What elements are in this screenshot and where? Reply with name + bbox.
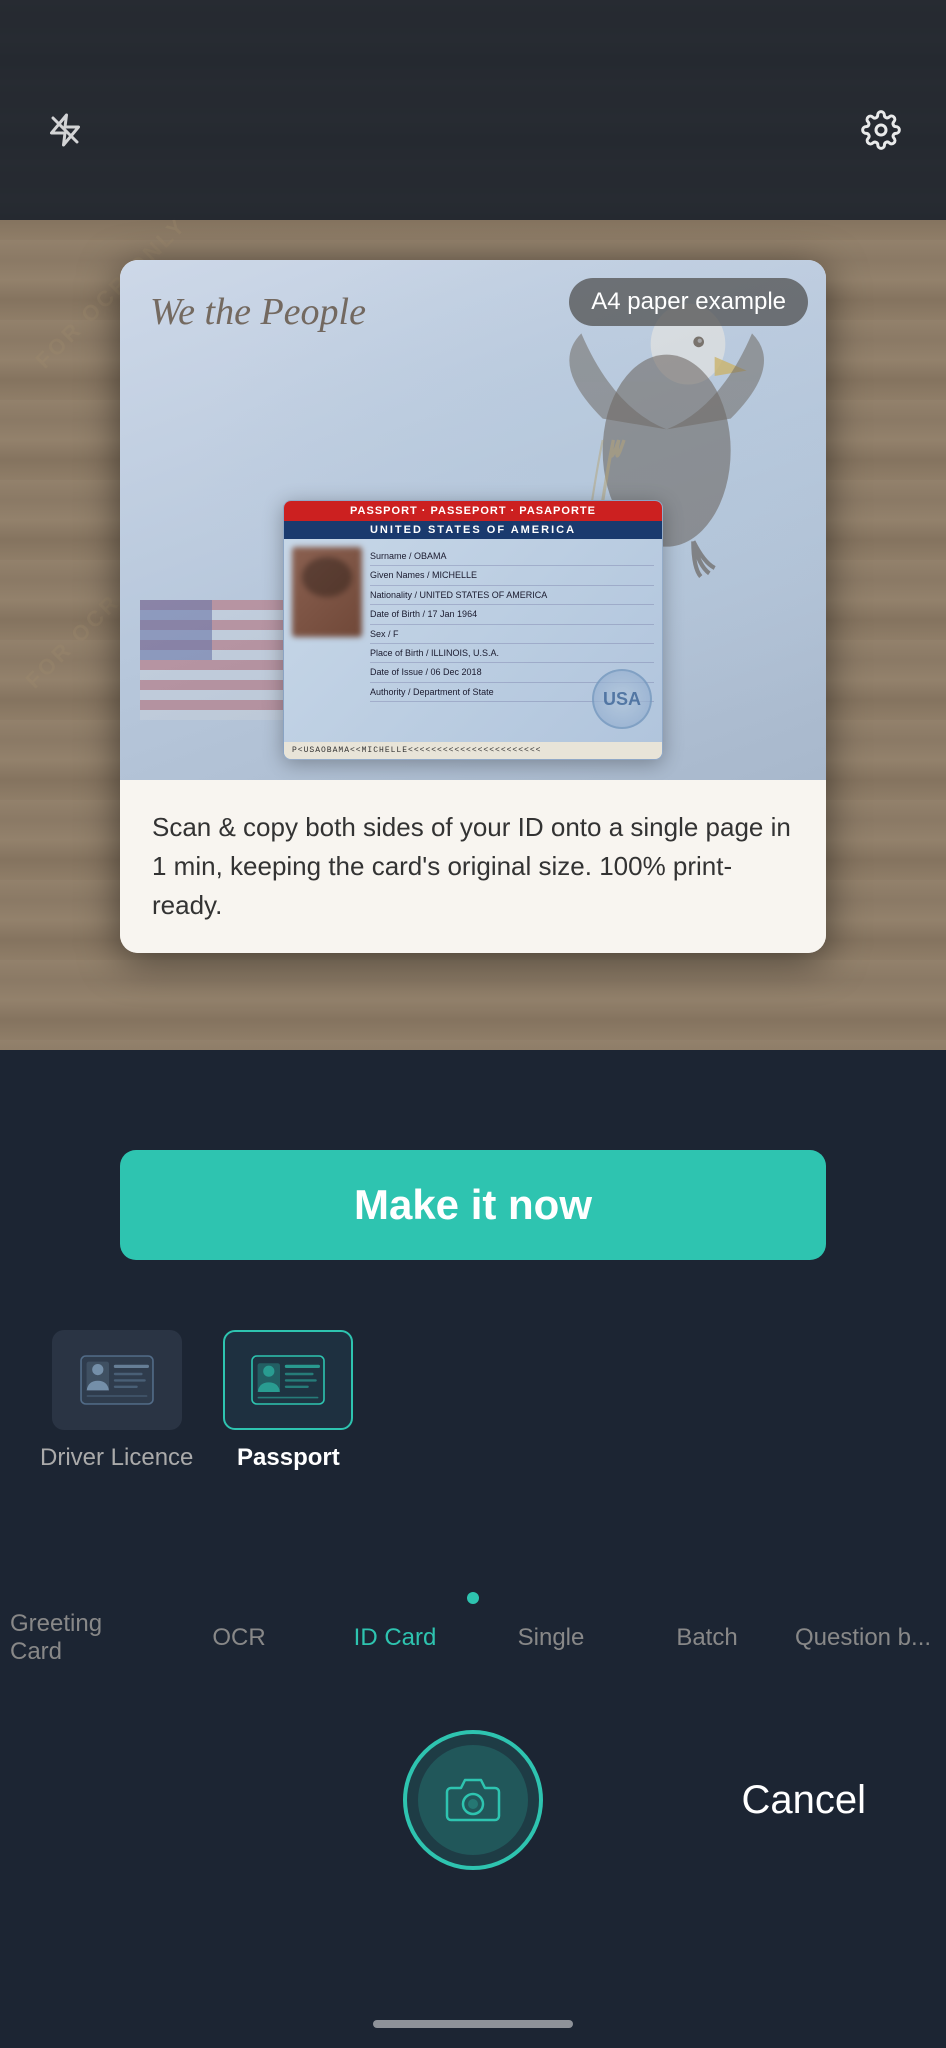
make-it-now-label: Make it now (354, 1181, 592, 1229)
passport-mrz: P<USAOBAMA<<MICHELLE<<<<<<<<<<<<<<<<<<<<… (284, 742, 662, 759)
tab-indicator-row (0, 1582, 946, 1612)
tab-id-card-label: ID Card (354, 1624, 437, 1652)
camera-shutter-inner (418, 1745, 528, 1855)
a4-label: A4 paper example (569, 278, 808, 326)
camera-shutter-button[interactable] (403, 1730, 543, 1870)
passport-surname: Surname / OBAMA (370, 547, 654, 566)
doc-type-driver-licence[interactable]: Driver Licence (40, 1330, 193, 1472)
tab-batch[interactable]: Batch (634, 1624, 780, 1652)
passport-given-names: Given Names / MICHELLE (370, 566, 654, 585)
passport-card-body: Surname / OBAMA Given Names / MICHELLE N… (284, 539, 662, 710)
tab-greeting-card-label: Greeting Card (10, 1610, 156, 1666)
camera-controls: Cancel (0, 1700, 946, 1900)
passport-icon-box (223, 1330, 353, 1430)
doc-type-passport[interactable]: Passport (223, 1330, 353, 1472)
preview-card: A4 paper example We the People (120, 260, 826, 953)
passport-icon (248, 1345, 328, 1415)
passport-photo (292, 547, 362, 637)
passport-image-area: We the People (120, 260, 826, 780)
preview-card-desc-text: Scan & copy both sides of your ID onto a… (152, 808, 794, 925)
preview-card-description: Scan & copy both sides of your ID onto a… (120, 780, 826, 953)
flash-button[interactable] (40, 105, 90, 155)
doc-type-selector: Driver Licence Passport (0, 1300, 946, 1492)
wtp-text: We the People (150, 290, 366, 334)
passport-nationality: Nationality / UNITED STATES OF AMERICA (370, 586, 654, 605)
tab-id-card[interactable]: ID Card (322, 1624, 468, 1652)
passport-place-of-birth: Place of Birth / ILLINOIS, U.S.A. (370, 644, 654, 663)
camera-controls-spacer-right: Cancel (543, 1778, 866, 1823)
active-tab-dot (467, 1592, 479, 1604)
tab-single-label: Single (518, 1624, 585, 1652)
home-indicator (373, 2020, 573, 2028)
passport-card: PASSPORT · PASSEPORT · PASAPORTE UNITED … (283, 500, 663, 760)
passport-sex: Sex / F (370, 625, 654, 644)
tab-batch-label: Batch (676, 1624, 737, 1652)
tab-ocr-label: OCR (212, 1624, 265, 1652)
settings-button[interactable] (856, 105, 906, 155)
passport-card-type: PASSPORT · PASSEPORT · PASAPORTE (284, 501, 662, 521)
tab-question-bank-label: Question b... (795, 1624, 931, 1652)
tab-greeting-card[interactable]: Greeting Card (10, 1610, 156, 1666)
passport-label: Passport (237, 1444, 340, 1472)
tab-single[interactable]: Single (478, 1624, 624, 1652)
driver-licence-label: Driver Licence (40, 1444, 193, 1472)
cancel-button[interactable]: Cancel (741, 1778, 866, 1823)
make-it-now-button[interactable]: Make it now (120, 1150, 826, 1260)
tab-question-bank[interactable]: Question b... (790, 1624, 936, 1652)
preview-card-header: A4 paper example We the People (120, 260, 826, 780)
driver-licence-icon-box (52, 1330, 182, 1430)
bottom-fill (0, 1950, 946, 2048)
camera-icon (443, 1770, 503, 1830)
tab-ocr[interactable]: OCR (166, 1624, 312, 1652)
top-bar (0, 0, 946, 220)
passport-card-country: UNITED STATES OF AMERICA (284, 521, 662, 539)
usa-seal: USA (592, 669, 652, 729)
passport-dob: Date of Birth / 17 Jan 1964 (370, 605, 654, 624)
driver-licence-icon (77, 1345, 157, 1415)
